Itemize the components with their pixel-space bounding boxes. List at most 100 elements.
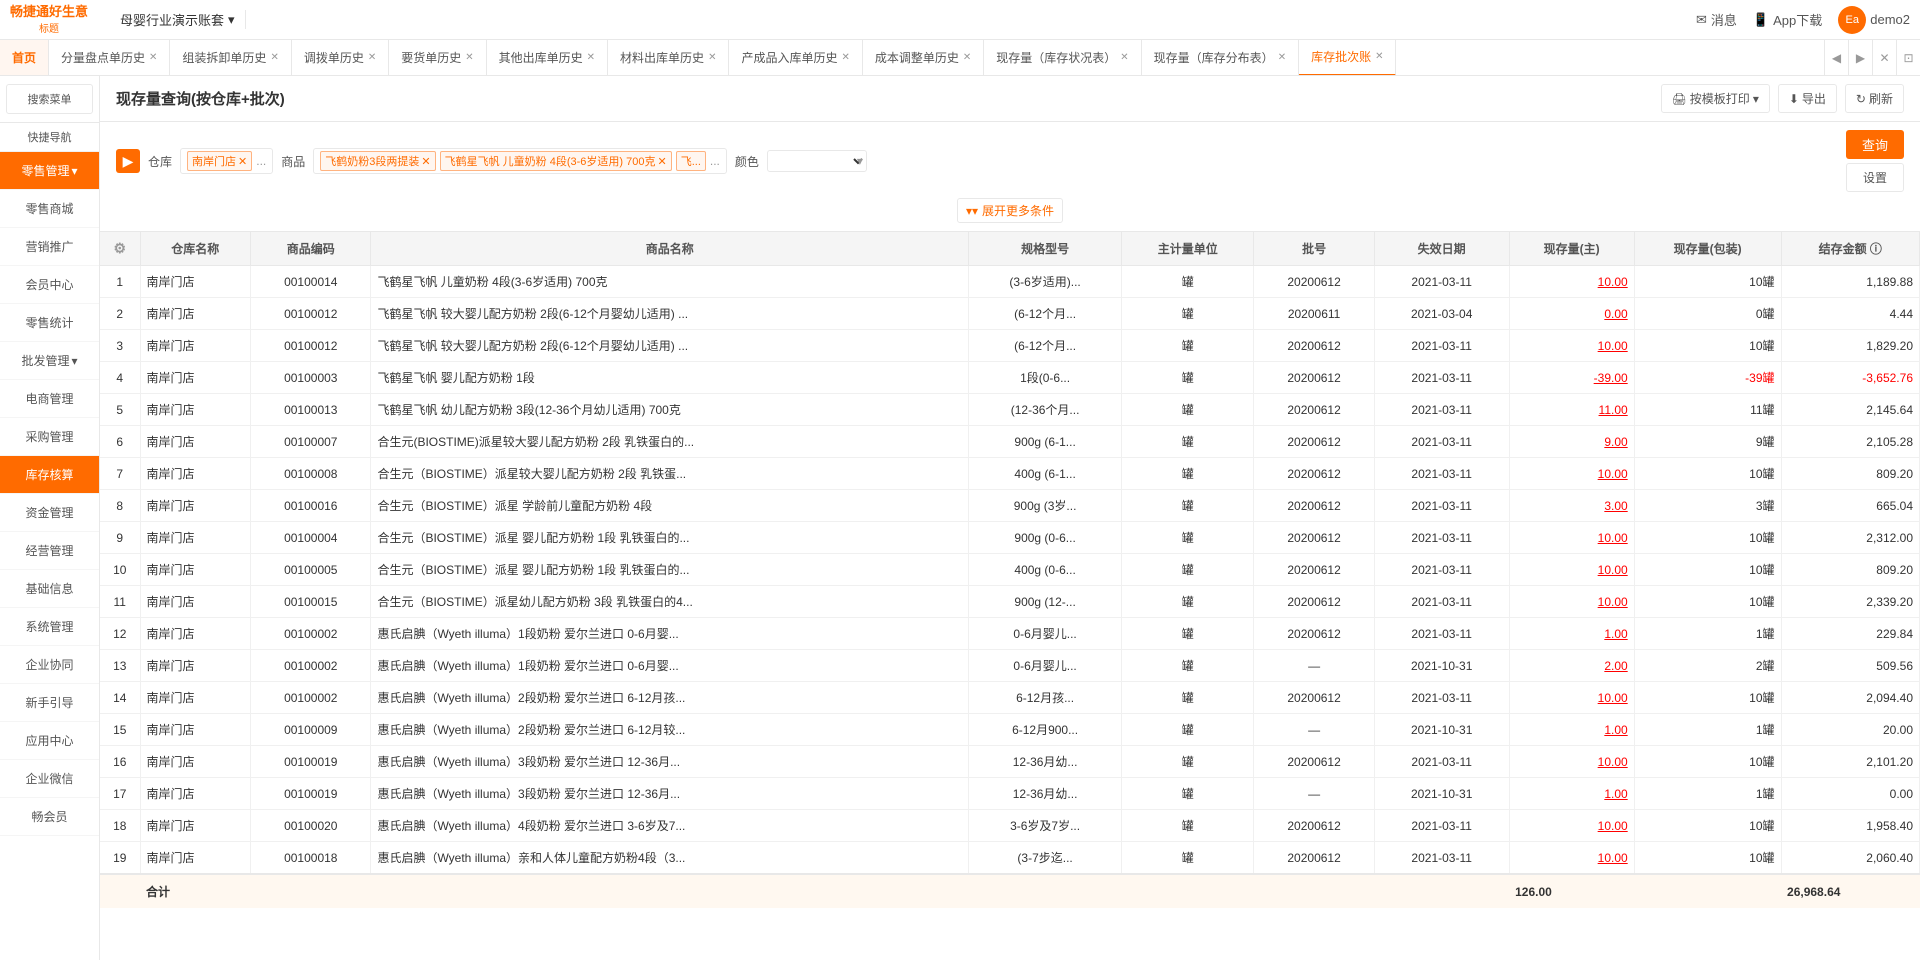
sidebar-item-guide[interactable]: 新手引导	[0, 684, 99, 722]
row-qty-main[interactable]: 10.00	[1509, 586, 1634, 618]
row-qty-main[interactable]: 9.00	[1509, 426, 1634, 458]
row-qty-main[interactable]: 3.00	[1509, 490, 1634, 522]
close-icon[interactable]: ✕	[465, 52, 473, 63]
table-footer: 合计 126.00 26,968.64	[100, 874, 1920, 908]
row-name: 惠氏启腆（Wyeth illuma）亲和人体儿童配方奶粉4段（3...	[371, 842, 969, 875]
nav-prev-arrow[interactable]: ◀	[1824, 40, 1848, 76]
tab-qita-chuku[interactable]: 其他出库单历史 ✕	[487, 40, 608, 76]
row-qty-main[interactable]: 2.00	[1509, 650, 1634, 682]
sidebar-item-member2[interactable]: 畅会员	[0, 798, 99, 836]
industry-select[interactable]: 母婴行业演示账套 ▾	[110, 10, 246, 29]
close-icon[interactable]: ✕	[149, 52, 157, 63]
row-qty-main[interactable]: 10.00	[1509, 458, 1634, 490]
row-qty-main[interactable]: 10.00	[1509, 810, 1634, 842]
setting-btn[interactable]: 设置	[1846, 163, 1904, 192]
row-qty-main[interactable]: 11.00	[1509, 394, 1634, 426]
sidebar-item-system[interactable]: 系统管理	[0, 608, 99, 646]
row-spec: 1段(0-6...	[969, 362, 1122, 394]
logo: 畅捷通好生意 标题	[10, 4, 110, 35]
nav-close-icon[interactable]: ✕	[1872, 40, 1896, 76]
expand-more-btn[interactable]: ▾▾ 展开更多条件	[957, 198, 1063, 223]
row-name: 惠氏启腆（Wyeth illuma）3段奶粉 爱尔兰进口 12-36月...	[371, 778, 969, 810]
close-icon[interactable]: ✕	[708, 52, 716, 63]
row-qty-pkg: 10罐	[1634, 330, 1781, 362]
remove-product-tag-2[interactable]: ✕	[657, 155, 666, 168]
product-ellipsis[interactable]: ...	[710, 154, 720, 168]
sidebar-item-appcenter[interactable]: 应用中心	[0, 722, 99, 760]
close-icon[interactable]: ✕	[963, 52, 971, 63]
sidebar-item-basic[interactable]: 基础信息	[0, 570, 99, 608]
row-unit: 罐	[1122, 842, 1254, 875]
sidebar-item-member[interactable]: 会员中心	[0, 266, 99, 304]
settings-icon[interactable]: ⚙	[113, 240, 126, 256]
row-no: 5	[100, 394, 140, 426]
sidebar-item-retail[interactable]: 零售管理 ▾	[0, 152, 99, 190]
sidebar-item-mall[interactable]: 零售商城	[0, 190, 99, 228]
search-menu-button[interactable]: 搜索菜单	[6, 84, 93, 114]
row-qty-main[interactable]: 10.00	[1509, 266, 1634, 298]
sidebar-item-wholesale[interactable]: 批发管理 ▾	[0, 342, 99, 380]
close-icon[interactable]: ✕	[841, 52, 849, 63]
tab-chengpin-ruku[interactable]: 产成品入库单历史 ✕	[729, 40, 862, 76]
sidebar-item-wechat[interactable]: 企业微信	[0, 760, 99, 798]
row-qty-main[interactable]: 1.00	[1509, 778, 1634, 810]
row-no: 11	[100, 586, 140, 618]
sidebar-item-ecommerce[interactable]: 电商管理	[0, 380, 99, 418]
sidebar-item-finance[interactable]: 资金管理	[0, 494, 99, 532]
row-qty-main[interactable]: 0.00	[1509, 298, 1634, 330]
tab-xiancunliang-kucun[interactable]: 现存量（库存状况表） ✕	[984, 40, 1141, 76]
row-qty-main[interactable]: 10.00	[1509, 842, 1634, 875]
table-area: ⚙ 仓库名称 商品编码 商品名称 规格型号 主计量单位 批号 失效日期 现存量(…	[100, 232, 1920, 960]
tab-cailiao-chuku[interactable]: 材料出库单历史 ✕	[608, 40, 729, 76]
tab-home[interactable]: 首页	[0, 40, 49, 76]
table-row: 19南岸门店00100018惠氏启腆（Wyeth illuma）亲和人体儿童配方…	[100, 842, 1920, 875]
close-icon[interactable]: ✕	[1278, 52, 1286, 63]
tab-fenpan[interactable]: 分量盘点单历史 ✕	[49, 40, 170, 76]
tab-diaopei[interactable]: 调拨单历史 ✕	[292, 40, 389, 76]
close-icon[interactable]: ✕	[1375, 51, 1383, 62]
sidebar-item-marketing[interactable]: 营销推广	[0, 228, 99, 266]
row-qty-main[interactable]: 10.00	[1509, 682, 1634, 714]
message-btn[interactable]: ✉ 消息	[1696, 10, 1737, 29]
close-icon[interactable]: ✕	[270, 52, 278, 63]
row-qty-main[interactable]: 10.00	[1509, 522, 1634, 554]
app-download-btn[interactable]: 📱 App下载	[1753, 10, 1822, 29]
tab-yaohuo[interactable]: 要货单历史 ✕	[389, 40, 486, 76]
sidebar-item-purchase[interactable]: 采购管理	[0, 418, 99, 456]
row-qty-main[interactable]: 10.00	[1509, 330, 1634, 362]
close-icon[interactable]: ✕	[1120, 52, 1128, 63]
footer-label: 合计	[140, 874, 1509, 908]
remove-warehouse-tag[interactable]: ✕	[238, 155, 247, 168]
sidebar-item-operations[interactable]: 经营管理	[0, 532, 99, 570]
col-unit: 主计量单位	[1122, 232, 1254, 266]
footer-empty	[100, 874, 140, 908]
user-menu[interactable]: Ea demo2	[1838, 6, 1910, 34]
sidebar-item-inventory[interactable]: 库存核算	[0, 456, 99, 494]
color-select[interactable]	[767, 150, 867, 172]
query-btn[interactable]: 查询	[1846, 130, 1904, 159]
close-icon[interactable]: ✕	[368, 52, 376, 63]
nav-next-arrow[interactable]: ▶	[1848, 40, 1872, 76]
sidebar-item-retail-stats[interactable]: 零售统计	[0, 304, 99, 342]
refresh-btn[interactable]: ↻ 刷新	[1845, 84, 1904, 113]
row-qty-pkg: 10罐	[1634, 586, 1781, 618]
row-qty-main[interactable]: 1.00	[1509, 714, 1634, 746]
export-btn[interactable]: ⬇ 导出	[1778, 84, 1837, 113]
sidebar-item-enterprise[interactable]: 企业协同	[0, 646, 99, 684]
row-qty-main[interactable]: 1.00	[1509, 618, 1634, 650]
tab-kucun-pici[interactable]: 库存批次账 ✕	[1299, 40, 1396, 76]
tab-chengben[interactable]: 成本调整单历史 ✕	[863, 40, 984, 76]
row-qty-main[interactable]: 10.00	[1509, 554, 1634, 586]
remove-product-tag-1[interactable]: ✕	[421, 155, 430, 168]
row-no: 4	[100, 362, 140, 394]
filter-toggle-btn[interactable]: ▶	[116, 149, 140, 173]
close-icon[interactable]: ✕	[587, 52, 595, 63]
row-qty-main[interactable]: 10.00	[1509, 746, 1634, 778]
row-qty-main[interactable]: -39.00	[1509, 362, 1634, 394]
nav-menu-icon[interactable]: ⊡	[1896, 40, 1920, 76]
warehouse-ellipsis[interactable]: ...	[256, 154, 266, 168]
print-btn[interactable]: 🖨 按模板打印 ▾	[1661, 84, 1770, 113]
tab-zuzhang[interactable]: 组装拆卸单历史 ✕	[170, 40, 291, 76]
quick-nav-button[interactable]: 快捷导航	[0, 123, 99, 152]
tab-xiancunliang-fenbu[interactable]: 现存量（库存分布表） ✕	[1142, 40, 1299, 76]
